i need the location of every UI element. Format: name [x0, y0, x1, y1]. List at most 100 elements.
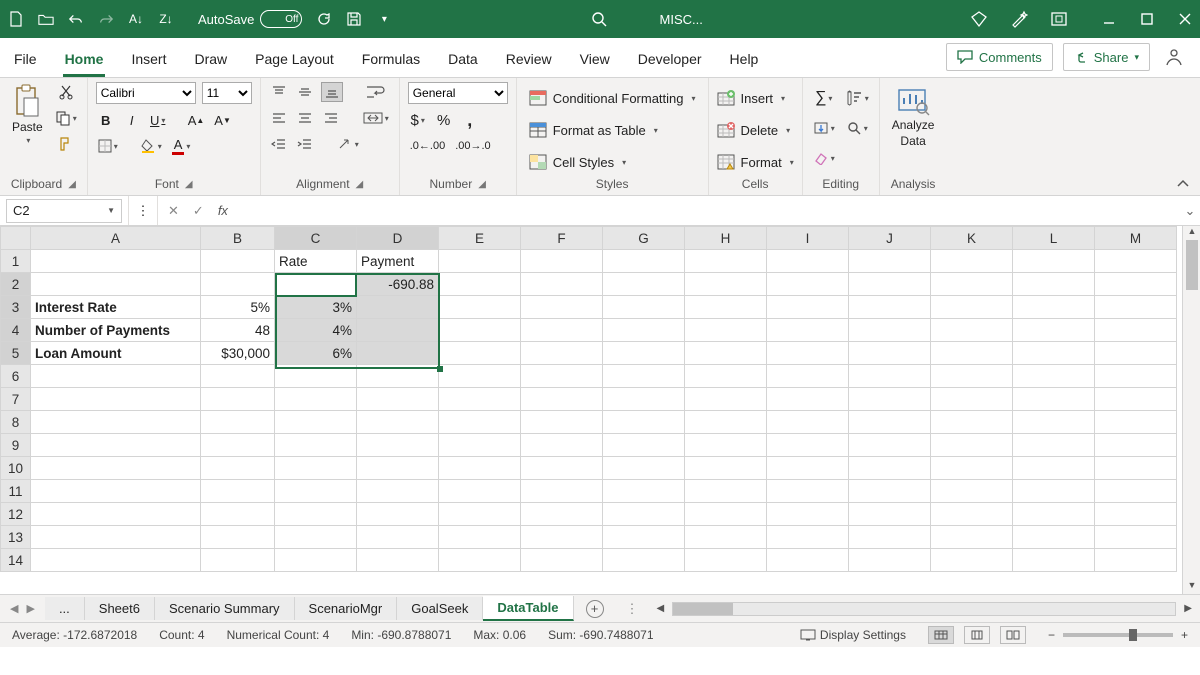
align-middle-icon[interactable] [295, 82, 315, 102]
decrease-indent-icon[interactable] [269, 134, 289, 154]
tab-help[interactable]: Help [728, 43, 761, 77]
redo-icon[interactable] [98, 11, 114, 27]
cell-D4[interactable] [357, 319, 439, 342]
align-top-icon[interactable] [269, 82, 289, 102]
worksheet-grid[interactable]: A B C D E F G H I J K L M 1RatePayment 2… [0, 226, 1200, 594]
col-header-B[interactable]: B [201, 227, 275, 250]
fill-icon[interactable]: ▾ [811, 118, 837, 138]
tab-page-layout[interactable]: Page Layout [253, 43, 336, 77]
open-file-icon[interactable] [38, 11, 54, 27]
app-mode-icon[interactable] [1050, 10, 1068, 28]
cell-A4[interactable]: Number of Payments [31, 319, 201, 342]
insert-cells-button[interactable]: Insert ▾ [717, 86, 794, 110]
tab-home[interactable]: Home [63, 43, 106, 77]
row-header-14[interactable]: 14 [1, 549, 31, 572]
cell-D5[interactable] [357, 342, 439, 365]
tab-data[interactable]: Data [446, 43, 480, 77]
cell-C2[interactable] [275, 273, 357, 296]
row-header-12[interactable]: 12 [1, 503, 31, 526]
search-icon[interactable] [590, 10, 608, 28]
delete-cells-button[interactable]: Delete ▾ [717, 118, 794, 142]
comma-format-icon[interactable]: , [460, 110, 480, 130]
tab-formulas[interactable]: Formulas [360, 43, 422, 77]
font-size-select[interactable]: 11 [202, 82, 252, 104]
zoom-out-icon[interactable]: − [1048, 628, 1055, 642]
sheet-tab-ellipsis[interactable]: ... [45, 597, 85, 620]
zoom-control[interactable]: − + [1048, 628, 1188, 642]
row-header-5[interactable]: 5 [1, 342, 31, 365]
cell-D3[interactable] [357, 296, 439, 319]
cell-C4[interactable]: 4% [275, 319, 357, 342]
zoom-in-icon[interactable]: + [1181, 628, 1188, 642]
maximize-icon[interactable] [1140, 12, 1154, 26]
cancel-formula-icon[interactable]: ✕ [168, 203, 179, 219]
tab-developer[interactable]: Developer [636, 43, 704, 77]
conditional-formatting-button[interactable]: Conditional Formatting ▾ [525, 86, 700, 110]
col-header-D[interactable]: D [357, 227, 439, 250]
autosave-toggle[interactable]: AutoSave Off [198, 10, 302, 28]
sheet-tab-sheet6[interactable]: Sheet6 [85, 597, 155, 620]
orientation-icon[interactable]: ▾ [335, 134, 361, 154]
name-box[interactable]: C2 ▼ [6, 199, 122, 223]
row-header-6[interactable]: 6 [1, 365, 31, 388]
italic-button[interactable]: I [122, 110, 142, 130]
page-break-view-icon[interactable] [1000, 626, 1026, 644]
page-layout-view-icon[interactable] [964, 626, 990, 644]
borders-icon[interactable]: ▾ [96, 136, 120, 156]
row-header-1[interactable]: 1 [1, 250, 31, 273]
minimize-icon[interactable] [1102, 12, 1116, 26]
comments-button[interactable]: Comments [946, 43, 1053, 71]
scroll-right-icon[interactable]: ▶ [1184, 603, 1192, 614]
scroll-left-icon[interactable]: ◀ [657, 603, 665, 614]
tab-insert[interactable]: Insert [129, 43, 168, 77]
col-header-K[interactable]: K [931, 227, 1013, 250]
clear-icon[interactable]: ▾ [811, 148, 837, 168]
refresh-icon[interactable] [316, 11, 332, 27]
autosum-icon[interactable]: ∑▾ [811, 88, 837, 108]
normal-view-icon[interactable] [928, 626, 954, 644]
number-format-select[interactable]: General [408, 82, 508, 104]
save-icon[interactable] [346, 11, 362, 27]
row-header-8[interactable]: 8 [1, 411, 31, 434]
cell-D2[interactable]: -690.88 [357, 273, 439, 296]
format-cells-button[interactable]: Format ▾ [717, 150, 794, 174]
tab-view[interactable]: View [578, 43, 612, 77]
collapse-ribbon-icon[interactable] [1176, 78, 1200, 195]
increase-indent-icon[interactable] [295, 134, 315, 154]
scroll-up-icon[interactable]: ▲ [1183, 226, 1200, 240]
qat-more-icon[interactable]: ▾ [376, 11, 392, 27]
cell-styles-button[interactable]: Cell Styles ▾ [525, 150, 700, 174]
cell-B5[interactable]: $30,000 [201, 342, 275, 365]
undo-icon[interactable] [68, 11, 84, 27]
cell-C3[interactable]: 3% [275, 296, 357, 319]
cell-C5[interactable]: 6% [275, 342, 357, 365]
dialog-launcher-icon[interactable]: ◢ [356, 179, 364, 190]
sort-desc-icon[interactable]: Z↓ [158, 11, 174, 27]
col-header-H[interactable]: H [685, 227, 767, 250]
sheet-nav-next-icon[interactable]: ▶ [26, 602, 34, 615]
dialog-launcher-icon[interactable]: ◢ [68, 179, 76, 190]
merge-center-icon[interactable]: ▾ [361, 108, 391, 128]
sheet-tab-datatable[interactable]: DataTable [483, 596, 573, 621]
sort-asc-icon[interactable]: A↓ [128, 11, 144, 27]
cut-icon[interactable] [53, 82, 79, 102]
fx-icon[interactable]: fx [218, 203, 228, 219]
row-header-10[interactable]: 10 [1, 457, 31, 480]
col-header-A[interactable]: A [31, 227, 201, 250]
add-sheet-button[interactable]: + [574, 600, 616, 618]
bold-button[interactable]: B [96, 110, 116, 130]
cell-A5[interactable]: Loan Amount [31, 342, 201, 365]
format-painter-icon[interactable] [53, 134, 79, 154]
align-center-icon[interactable] [295, 108, 315, 128]
row-header-13[interactable]: 13 [1, 526, 31, 549]
align-bottom-icon[interactable] [321, 82, 343, 102]
sheet-tab-scenario-summary[interactable]: Scenario Summary [155, 597, 295, 620]
vertical-scrollbar[interactable]: ▲ ▼ [1182, 226, 1200, 594]
col-header-J[interactable]: J [849, 227, 931, 250]
sheet-tab-scenariomgr[interactable]: ScenarioMgr [295, 597, 398, 620]
format-as-table-button[interactable]: Format as Table ▾ [525, 118, 700, 142]
row-header-11[interactable]: 11 [1, 480, 31, 503]
font-color-icon[interactable]: A▾ [170, 136, 193, 156]
find-select-icon[interactable]: ▾ [843, 118, 871, 138]
sort-filter-icon[interactable]: ▾ [843, 88, 871, 108]
